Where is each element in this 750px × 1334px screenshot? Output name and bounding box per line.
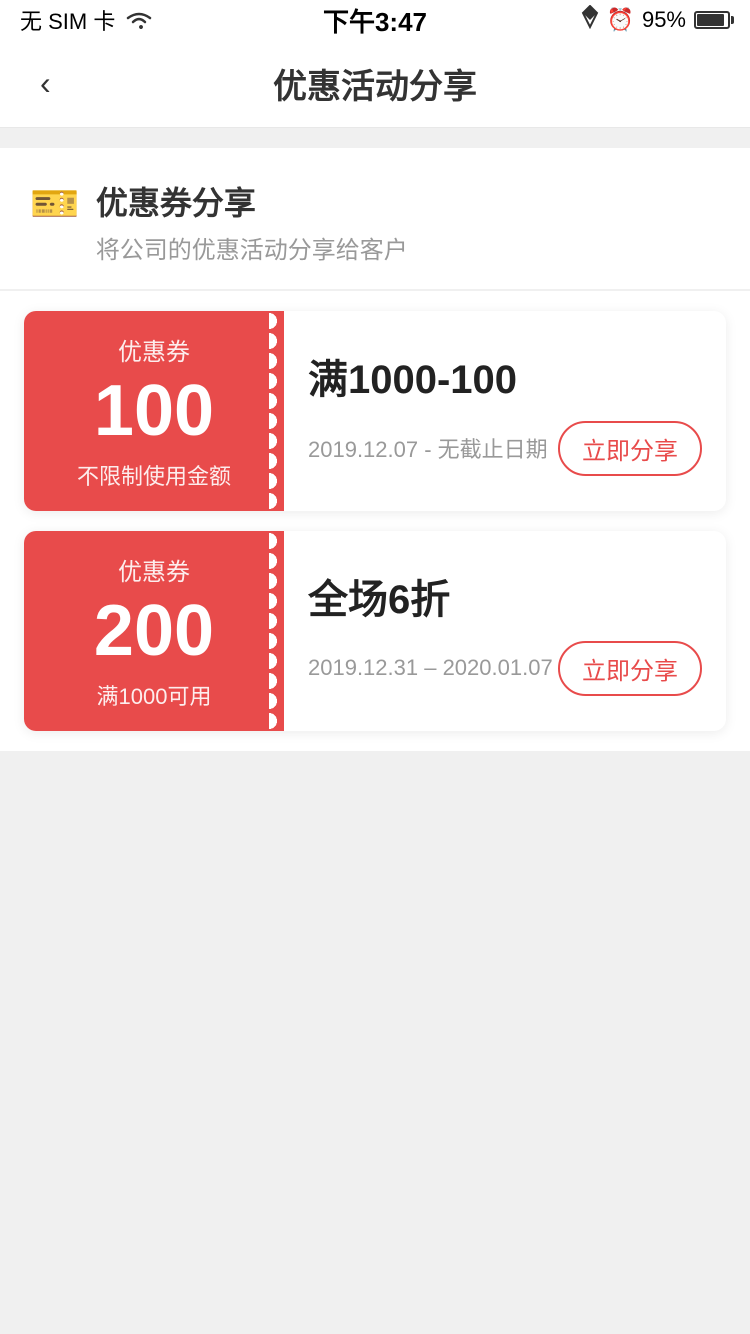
coupon-right-1: 全场6折 2019.12.31 – 2020.01.07 立即分享 xyxy=(284,531,726,731)
battery-percent: 95% xyxy=(642,7,686,33)
share-button-1[interactable]: 立即分享 xyxy=(558,641,702,696)
battery-fill xyxy=(697,14,724,26)
coupon-condition-1: 满1000可用 xyxy=(97,679,212,711)
nav-bar: ‹ 优惠活动分享 xyxy=(0,40,750,128)
coupon-label-0: 优惠券 xyxy=(118,332,190,367)
coupon-list: 优惠券 100 不限制使用金额 满1000-100 2019.12.07 - 无… xyxy=(0,291,750,751)
coupon-name-1: 全场6折 xyxy=(308,567,702,625)
coupon-right-0: 满1000-100 2019.12.07 - 无截止日期 立即分享 xyxy=(284,311,726,511)
status-left: 无 SIM 卡 xyxy=(20,4,153,36)
section-header: 🎫 优惠券分享 将公司的优惠活动分享给客户 xyxy=(0,148,750,289)
page-title: 优惠活动分享 xyxy=(273,59,477,108)
time-display: 下午3:47 xyxy=(323,2,427,39)
coupon-amount-1: 200 xyxy=(94,595,214,667)
back-button[interactable]: ‹ xyxy=(30,55,61,112)
location-icon xyxy=(581,5,599,35)
coupon-date-1: 2019.12.31 – 2020.01.07 xyxy=(308,655,553,681)
coupon-card: 优惠券 100 不限制使用金额 满1000-100 2019.12.07 - 无… xyxy=(24,311,726,511)
battery-icon xyxy=(694,11,730,29)
coupon-card: 优惠券 200 满1000可用 全场6折 2019.12.31 – 2020.0… xyxy=(24,531,726,731)
coupon-date-row-0: 2019.12.07 - 无截止日期 立即分享 xyxy=(308,421,702,476)
section-text-group: 优惠券分享 将公司的优惠活动分享给客户 xyxy=(96,178,408,265)
coupon-date-row-1: 2019.12.31 – 2020.01.07 立即分享 xyxy=(308,641,702,696)
carrier-label: 无 SIM 卡 xyxy=(20,4,115,36)
coupon-date-0: 2019.12.07 - 无截止日期 xyxy=(308,432,548,464)
coupon-name-0: 满1000-100 xyxy=(308,347,702,405)
section-title: 优惠券分享 xyxy=(96,178,408,224)
status-right: ⏰ 95% xyxy=(581,5,730,35)
coupon-condition-0: 不限制使用金额 xyxy=(77,459,231,491)
status-bar: 无 SIM 卡 下午3:47 ⏰ 95% xyxy=(0,0,750,40)
coupon-icon: 🎫 xyxy=(30,180,80,227)
coupon-left-1: 优惠券 200 满1000可用 xyxy=(24,531,284,731)
section-subtitle: 将公司的优惠活动分享给客户 xyxy=(96,230,408,265)
coupon-label-1: 优惠券 xyxy=(118,552,190,587)
alarm-icon: ⏰ xyxy=(607,7,634,33)
wifi-icon xyxy=(125,7,153,33)
coupon-left-0: 优惠券 100 不限制使用金额 xyxy=(24,311,284,511)
share-button-0[interactable]: 立即分享 xyxy=(558,421,702,476)
coupon-amount-0: 100 xyxy=(94,375,214,447)
